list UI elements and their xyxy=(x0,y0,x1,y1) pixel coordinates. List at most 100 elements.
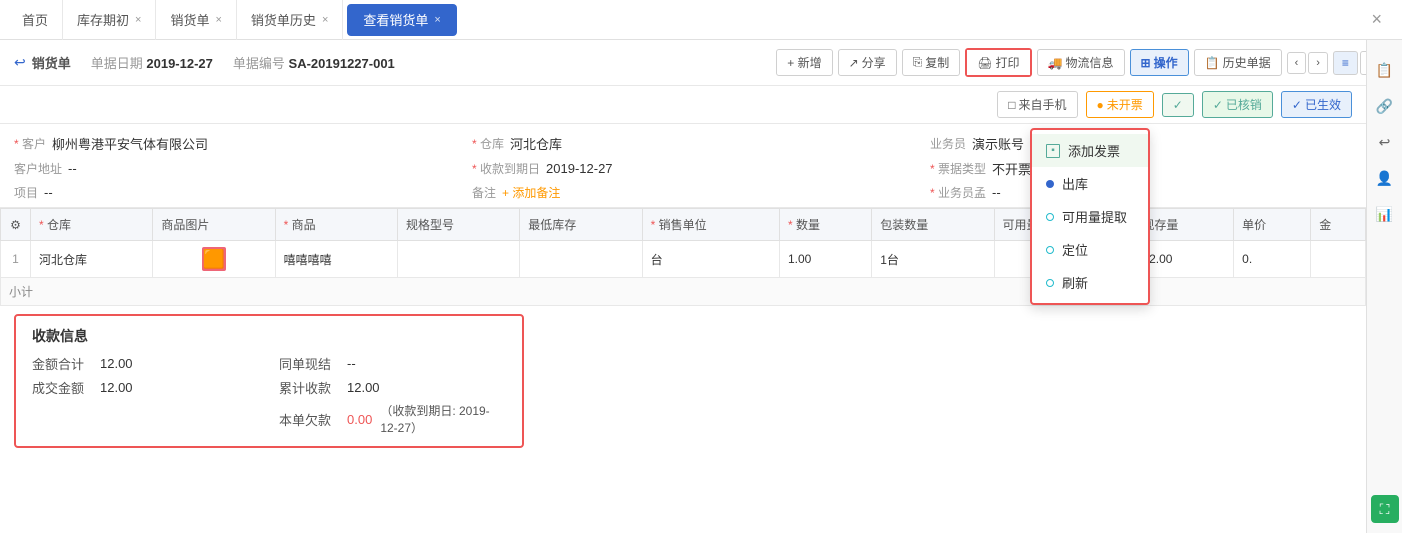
dropdown-add-invoice[interactable]: ▪ 添加发票 xyxy=(1032,134,1148,167)
tab-close-view[interactable]: × xyxy=(434,14,440,26)
share-button[interactable]: ↗ 分享 xyxy=(838,49,897,76)
copy-button[interactable]: ⎘ 复制 xyxy=(902,49,961,76)
warehouse-field: * 仓库 河北仓库 xyxy=(472,134,930,153)
confirm-btn[interactable]: ✓ xyxy=(1162,93,1194,117)
col-min-stock: 最低库存 xyxy=(520,209,642,241)
project-value: -- xyxy=(44,185,53,200)
out-warehouse-icon xyxy=(1046,180,1054,188)
table-row: 1 河北仓库 🟧 嘻嘻嘻嘻 台 1.00 1台 12.00 0. xyxy=(1,241,1366,278)
dropdown-refresh[interactable]: 刷新 xyxy=(1032,266,1148,299)
customer-value: 柳州粤港平安气体有限公司 xyxy=(52,134,208,153)
tab-home[interactable]: 首页 xyxy=(8,0,63,40)
sidebar-expand-btn[interactable]: ⛶ xyxy=(1371,495,1399,523)
dropdown-available-qty[interactable]: 可用量提取 xyxy=(1032,200,1148,233)
row-amount xyxy=(1311,241,1366,278)
payment-grid: 金额合计 12.00 同单现结 -- 成交金额 12.00 累计收款 12.00… xyxy=(32,354,506,436)
payment-cumulative: 累计收款 12.00 xyxy=(279,378,506,397)
col-pack-qty: 包装数量 xyxy=(872,209,994,241)
payment-same-order: 同单现结 -- xyxy=(279,354,506,373)
refresh-icon xyxy=(1046,279,1054,287)
sidebar-icon-4[interactable]: 👤 xyxy=(1371,164,1399,192)
sidebar-icon-1[interactable]: 📋 xyxy=(1371,56,1399,84)
invoice-icon: ▪ xyxy=(1046,144,1060,158)
new-button[interactable]: + 新增 xyxy=(776,49,832,76)
salesperson-field: * 业务员孟 -- xyxy=(930,184,1388,201)
list-view-btn[interactable]: ≡ xyxy=(1333,51,1358,75)
col-product: * 商品 xyxy=(275,209,397,241)
sidebar-icon-3[interactable]: ↩ xyxy=(1371,128,1399,156)
doc-title-icon: ↩ xyxy=(14,54,26,71)
address-value: -- xyxy=(68,161,77,176)
row-quantity: 1.00 xyxy=(779,241,871,278)
cancelled-btn[interactable]: ✓ 已核销 xyxy=(1202,91,1273,118)
tab-close-sales[interactable]: × xyxy=(215,14,221,26)
staff-value: 演示账号 xyxy=(972,134,1024,153)
print-button-wrapper: 🖨 打印 xyxy=(965,48,1031,77)
tab-view-sales[interactable]: 查看销货单 × xyxy=(347,4,456,36)
col-warehouse: * 仓库 xyxy=(31,209,153,241)
due-label: 本单欠款 xyxy=(279,410,339,429)
tab-sales-order[interactable]: 销货单 × xyxy=(156,0,236,40)
total-label: 金额合计 xyxy=(32,354,92,373)
not-open-btn[interactable]: ● 未开票 xyxy=(1086,91,1154,118)
total-value: 12.00 xyxy=(100,356,133,371)
prev-arrow[interactable]: ‹ xyxy=(1287,52,1307,74)
payment-date-label: * 收款到期日 xyxy=(472,160,540,177)
transaction-value: 12.00 xyxy=(100,380,133,395)
staff-field: 业务员 演示账号 xyxy=(930,134,1388,153)
doc-actions: + 新增 ↗ 分享 ⎘ 复制 🖨 打印 🚚 物流信息 ⊞ xyxy=(776,48,1388,77)
tab-bar: 首页 库存期初 × 销货单 × 销货单历史 × 查看销货单 × × xyxy=(0,0,1402,40)
logistics-button[interactable]: 🚚 物流信息 xyxy=(1037,49,1125,76)
doc-meta: 单据日期 2019-12-27 单据编号 SA-20191227-001 xyxy=(91,53,395,72)
row-spec xyxy=(397,241,519,278)
global-close[interactable]: × xyxy=(1359,9,1394,30)
operate-dropdown: ▪ 添加发票 出库 可用量提取 定位 刷新 xyxy=(1030,128,1150,305)
cumulative-value: 12.00 xyxy=(347,380,380,395)
ticket-type-value: 不开票 xyxy=(992,159,1031,178)
row-sales-unit: 台 xyxy=(642,241,779,278)
payment-info-box: 收款信息 金额合计 12.00 同单现结 -- 成交金额 12.00 累计收款 … xyxy=(14,314,524,448)
print-button[interactable]: 🖨 打印 xyxy=(967,50,1029,75)
due-note: （收款到期日: 2019-12-27） xyxy=(380,402,506,436)
operate-button[interactable]: ⊞ 操作 xyxy=(1130,49,1189,76)
tab-close-inventory[interactable]: × xyxy=(135,14,141,26)
tab-close-history[interactable]: × xyxy=(322,14,328,26)
add-remark-btn[interactable]: + 添加备注 xyxy=(502,184,560,201)
row-min-stock xyxy=(520,241,642,278)
remark-label: 备注 xyxy=(472,184,496,201)
warehouse-value: 河北仓库 xyxy=(510,134,562,153)
sidebar-icon-2[interactable]: 🔗 xyxy=(1371,92,1399,120)
doc-title: ↩ 销货单 xyxy=(14,53,71,72)
from-phone-btn[interactable]: □ 来自手机 xyxy=(997,91,1077,118)
col-spec: 规格型号 xyxy=(397,209,519,241)
col-product-img: 商品图片 xyxy=(153,209,275,241)
due-value: 0.00 xyxy=(347,412,372,427)
dropdown-out-warehouse[interactable]: 出库 xyxy=(1032,167,1148,200)
available-qty-icon xyxy=(1046,213,1054,221)
sidebar-icon-5[interactable]: 📊 xyxy=(1371,200,1399,228)
transaction-label: 成交金额 xyxy=(32,378,92,397)
staff-label: 业务员 xyxy=(930,135,966,152)
effective-btn[interactable]: ✓ 已生效 xyxy=(1281,91,1352,118)
payment-due: 本单欠款 0.00 （收款到期日: 2019-12-27） xyxy=(279,402,506,436)
cumulative-label: 累计收款 xyxy=(279,378,339,397)
col-amount: 金 xyxy=(1311,209,1366,241)
sub-actions-row: □ 来自手机 ● 未开票 ✓ ✓ 已核销 ✓ 已生效 xyxy=(0,86,1402,124)
col-unit-price: 单价 xyxy=(1234,209,1311,241)
tab-inventory-init[interactable]: 库存期初 × xyxy=(63,0,156,40)
payment-date-field: * 收款到期日 2019-12-27 xyxy=(472,159,930,178)
data-table: ⚙ * 仓库 商品图片 * 商品 规格型号 最低库存 * 销售单位 * 数量 包… xyxy=(0,208,1366,306)
payment-date-value: 2019-12-27 xyxy=(546,161,613,176)
form-section: * 客户 柳州粤港平安气体有限公司 * 仓库 河北仓库 业务员 演示账号 客户地… xyxy=(0,124,1402,208)
dropdown-locate[interactable]: 定位 xyxy=(1032,233,1148,266)
row-warehouse: 河北仓库 xyxy=(31,241,153,278)
history-button[interactable]: 📋 历史单据 xyxy=(1194,49,1282,76)
tab-sales-history[interactable]: 销货单历史 × xyxy=(237,0,343,40)
ticket-type-label: * 票据类型 xyxy=(930,160,986,177)
locate-icon xyxy=(1046,246,1054,254)
main-content: ↩ 销货单 单据日期 2019-12-27 单据编号 SA-20191227-0… xyxy=(0,40,1402,533)
nav-arrows: ‹ › xyxy=(1287,52,1328,74)
next-arrow[interactable]: › xyxy=(1308,52,1328,74)
row-num: 1 xyxy=(1,241,31,278)
right-sidebar: 📋 🔗 ↩ 👤 📊 ⛶ xyxy=(1366,40,1402,533)
